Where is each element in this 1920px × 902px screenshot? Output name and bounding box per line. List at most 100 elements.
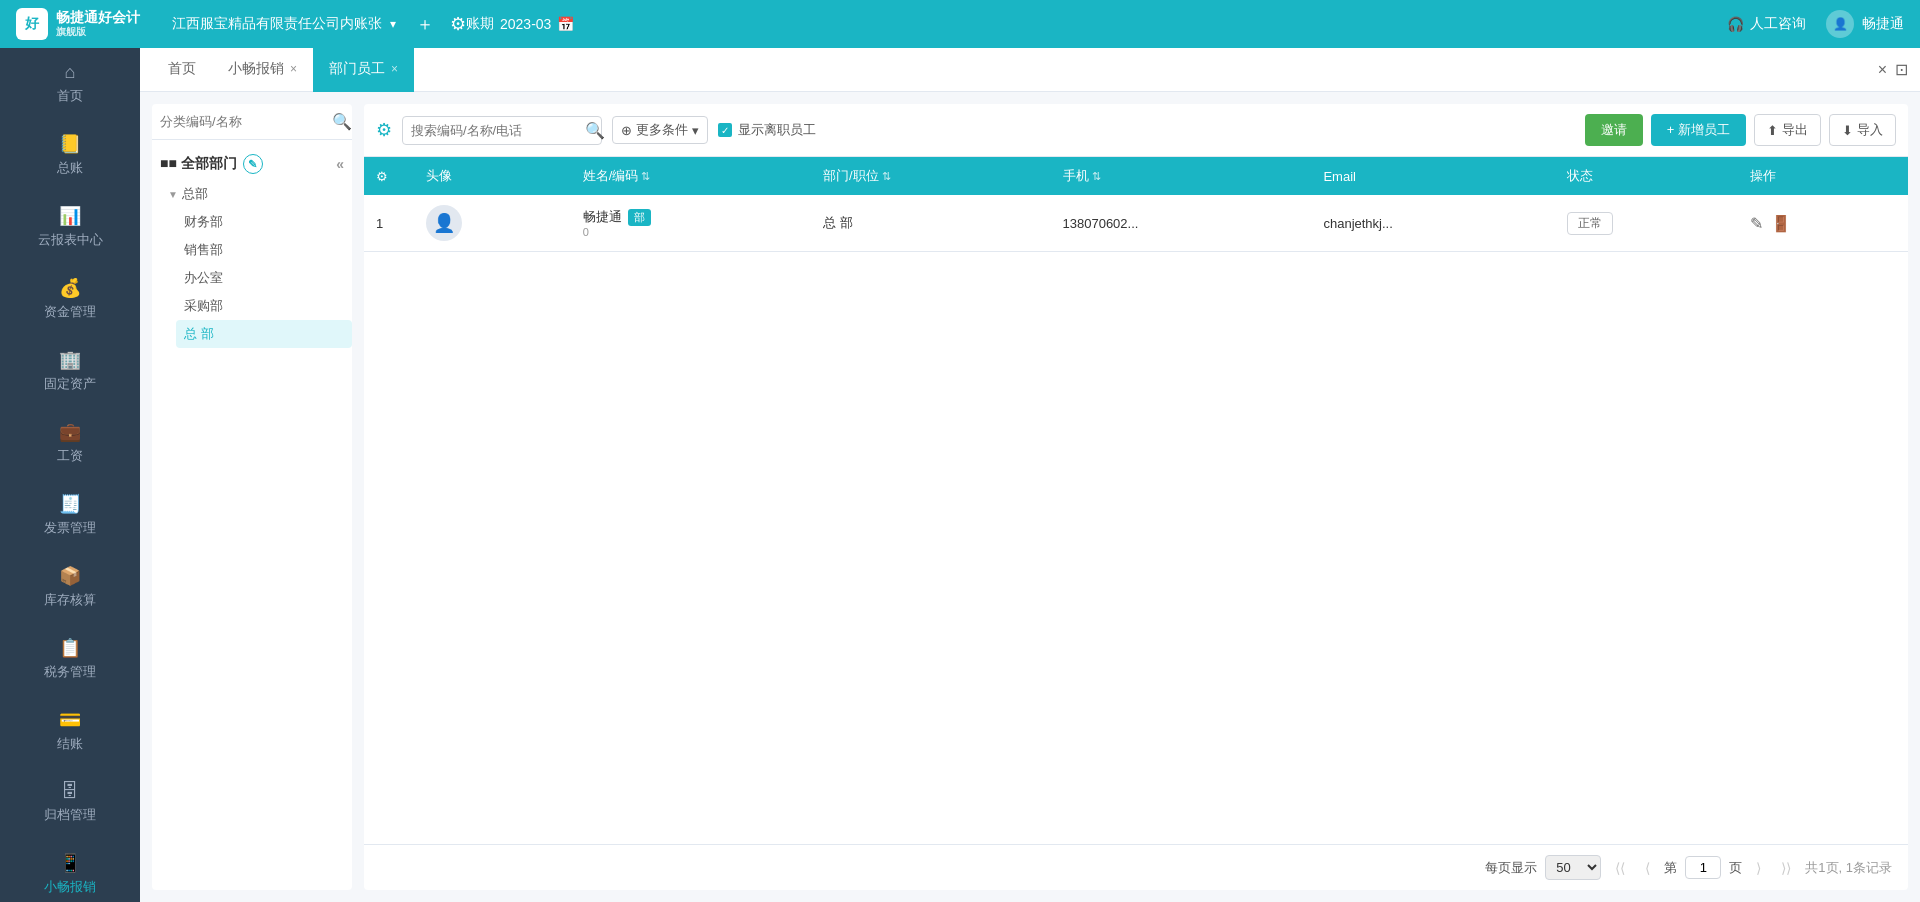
employee-data-table: ⚙ 头像 姓名/编码 部门/职位 手机 Email 状态 操作 xyxy=(364,157,1908,252)
tab-dept-employee-close[interactable]: × xyxy=(391,62,398,76)
prev-page-button[interactable]: ⟨ xyxy=(1639,857,1656,879)
salary-icon: 💼 xyxy=(59,421,81,443)
dept-collapse-button[interactable]: « xyxy=(336,156,344,172)
period-value: 2023-03 xyxy=(500,16,551,32)
filter-button[interactable]: ⊕ 更多条件 ▾ xyxy=(612,116,708,144)
page-number-input[interactable] xyxy=(1685,856,1721,879)
cell-avatar: 👤 xyxy=(414,195,571,252)
cell-dept: 总 部 xyxy=(811,195,1050,252)
sidebar-item-reports[interactable]: 📊 云报表中心 xyxy=(0,191,140,263)
company-selector[interactable]: 江西服宝精品有限责任公司内账张 ▾ xyxy=(172,15,396,33)
sidebar-label-invoice: 发票管理 xyxy=(44,519,96,537)
tab-home[interactable]: 首页 xyxy=(152,48,212,92)
dept-expand-arrow: ▼ xyxy=(168,189,178,200)
tab-xiaochang[interactable]: 小畅报销 × xyxy=(212,48,313,92)
all-dept-label: ■■ 全部部门 xyxy=(160,155,237,173)
sidebar-item-assets[interactable]: 🏢 固定资产 xyxy=(0,335,140,407)
sidebar-item-checkout[interactable]: 💳 结账 xyxy=(0,695,140,767)
sidebar-label-archive: 归档管理 xyxy=(44,806,96,824)
finance-icon: 💰 xyxy=(59,277,81,299)
header-actions: ＋ ⚙ xyxy=(416,12,466,36)
col-avatar: 头像 xyxy=(414,157,571,195)
sidebar-label-salary: 工资 xyxy=(57,447,83,465)
import-label: 导入 xyxy=(1857,121,1883,139)
pagination-bar: 每页显示 50 100 200 ⟨⟨ ⟨ 第 页 ⟩ ⟩⟩ 共1页, 1条记录 xyxy=(364,844,1908,890)
import-button[interactable]: ⬇ 导入 xyxy=(1829,114,1896,146)
filter-icon: ⊕ xyxy=(621,123,632,138)
dept-group-zongbu-label[interactable]: ▼ 总部 xyxy=(160,180,352,208)
calendar-icon[interactable]: 📅 xyxy=(557,16,574,32)
sidebar-label-assets: 固定资产 xyxy=(44,375,96,393)
show-resigned-checkbox[interactable]: ✓ xyxy=(718,123,732,137)
edit-employee-button[interactable]: ✎ xyxy=(1750,214,1763,233)
employee-toolbar: ⚙ 🔍 ⊕ 更多条件 ▾ ✓ 显示离职员工 邀请 xyxy=(364,104,1908,157)
sidebar-item-xiaochang[interactable]: 📱 小畅报销 xyxy=(0,838,140,902)
sidebar-item-archive[interactable]: 🗄 归档管理 xyxy=(0,767,140,838)
employee-panel: ⚙ 🔍 ⊕ 更多条件 ▾ ✓ 显示离职员工 邀请 xyxy=(364,104,1908,890)
invite-button[interactable]: 邀请 xyxy=(1585,114,1643,146)
xiaochang-icon: 📱 xyxy=(59,852,81,874)
sidebar-item-salary[interactable]: 💼 工资 xyxy=(0,407,140,479)
first-page-button[interactable]: ⟨⟨ xyxy=(1609,857,1631,879)
export-button[interactable]: ⬆ 导出 xyxy=(1754,114,1821,146)
tab-close-button[interactable]: × xyxy=(1878,60,1887,79)
dept-panel: 🔍 ■■ 全部部门 ✎ « ▼ 总部 财务部 xyxy=(152,104,352,890)
last-page-button[interactable]: ⟩⟩ xyxy=(1775,857,1797,879)
settings-button[interactable]: ⚙ xyxy=(450,13,466,35)
tab-dept-employee[interactable]: 部门员工 × xyxy=(313,48,414,92)
dept-item-caigou[interactable]: 采购部 xyxy=(176,292,352,320)
app-logo: 好 畅捷通好会计 旗舰版 xyxy=(16,8,156,40)
employee-table: ⚙ 头像 姓名/编码 部门/职位 手机 Email 状态 操作 xyxy=(364,157,1908,844)
tab-maximize-button[interactable]: ⊡ xyxy=(1895,60,1908,79)
delete-employee-button[interactable]: 🚪 xyxy=(1771,214,1791,233)
tab-xiaochang-close[interactable]: × xyxy=(290,62,297,76)
col-settings[interactable]: ⚙ xyxy=(364,157,414,195)
sidebar-label-home: 首页 xyxy=(57,87,83,105)
col-name-code[interactable]: 姓名/编码 xyxy=(571,157,811,195)
sidebar-label-finance: 资金管理 xyxy=(44,303,96,321)
employee-avatar: 👤 xyxy=(426,205,462,241)
sidebar-item-finance[interactable]: 💰 资金管理 xyxy=(0,263,140,335)
col-dept-pos[interactable]: 部门/职位 xyxy=(811,157,1050,195)
checkout-icon: 💳 xyxy=(59,709,81,731)
dept-edit-button[interactable]: ✎ xyxy=(243,154,263,174)
tab-dept-employee-label: 部门员工 xyxy=(329,60,385,78)
page-size-select[interactable]: 50 100 200 xyxy=(1545,855,1601,880)
content-area: 首页 小畅报销 × 部门员工 × × ⊡ 🔍 xyxy=(140,48,1920,902)
next-page-button[interactable]: ⟩ xyxy=(1750,857,1767,879)
dept-item-caiwu[interactable]: 财务部 xyxy=(176,208,352,236)
dept-search-icon[interactable]: 🔍 xyxy=(332,112,352,131)
sidebar-item-inventory[interactable]: 📦 库存核算 xyxy=(0,551,140,623)
employee-dept-badge: 部 xyxy=(628,209,651,226)
sidebar-item-ledger[interactable]: 📒 总账 xyxy=(0,119,140,191)
invoice-icon: 🧾 xyxy=(59,493,81,515)
add-employee-button[interactable]: + 新增员工 xyxy=(1651,114,1746,146)
filter-arrow-icon: ▾ xyxy=(692,123,699,138)
user-menu[interactable]: 👤 畅捷通 xyxy=(1826,10,1904,38)
page-unit: 页 xyxy=(1729,859,1742,877)
sidebar-item-invoice[interactable]: 🧾 发票管理 xyxy=(0,479,140,551)
sidebar-item-tax[interactable]: 📋 税务管理 xyxy=(0,623,140,695)
headset-icon: 🎧 xyxy=(1727,16,1744,32)
employee-search-icon[interactable]: 🔍 xyxy=(585,121,605,140)
assets-icon: 🏢 xyxy=(59,349,81,371)
sidebar-label-xiaochang: 小畅报销 xyxy=(44,878,96,896)
consult-button[interactable]: 🎧 人工咨询 xyxy=(1727,15,1806,33)
tab-bar-controls: × ⊡ xyxy=(1878,60,1908,79)
employee-search-input[interactable] xyxy=(411,123,579,138)
show-resigned-toggle[interactable]: ✓ 显示离职员工 xyxy=(718,121,816,139)
table-row: 1 👤 畅捷通 部 0 xyxy=(364,195,1908,252)
col-phone[interactable]: 手机 xyxy=(1051,157,1312,195)
sidebar-item-home[interactable]: ⌂ 首页 xyxy=(0,48,140,119)
top-header: 好 畅捷通好会计 旗舰版 江西服宝精品有限责任公司内账张 ▾ ＋ ⚙ 账期 20… xyxy=(0,0,1920,48)
user-avatar: 👤 xyxy=(1826,10,1854,38)
dept-search-input[interactable] xyxy=(160,114,328,129)
cell-index: 1 xyxy=(364,195,414,252)
dept-item-zongbu[interactable]: 总 部 xyxy=(176,320,352,348)
dept-item-bangong[interactable]: 办公室 xyxy=(176,264,352,292)
employee-name: 畅捷通 xyxy=(583,208,622,226)
add-account-button[interactable]: ＋ xyxy=(416,12,434,36)
sidebar: ⌂ 首页 📒 总账 📊 云报表中心 💰 资金管理 🏢 固定资产 💼 工资 🧾 发… xyxy=(0,48,140,902)
dept-item-xiaoshou[interactable]: 销售部 xyxy=(176,236,352,264)
settings-col-icon[interactable]: ⚙ xyxy=(376,119,392,141)
